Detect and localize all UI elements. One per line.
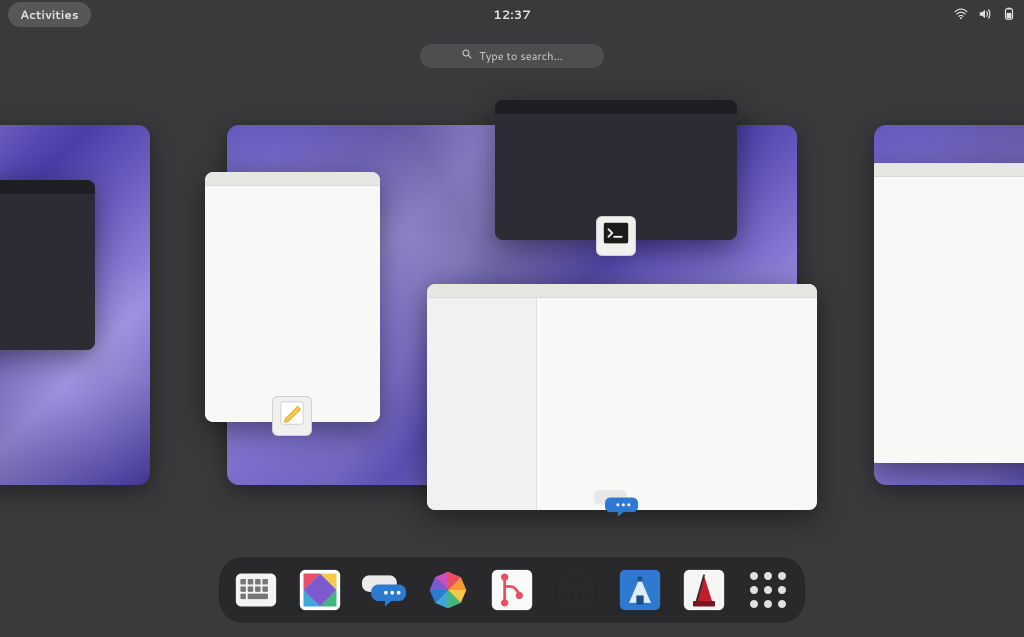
tangram-icon — [298, 568, 342, 612]
clock-menu[interactable]: 12:37 — [493, 6, 531, 23]
window-preview[interactable] — [874, 163, 1024, 463]
chat-icon — [594, 486, 638, 526]
dock-app-boxes[interactable] — [553, 567, 599, 613]
chat-icon — [362, 568, 406, 612]
top-bar: Activities 12:37 — [0, 0, 1024, 28]
terminal-icon — [601, 218, 631, 254]
speaker-icon — [978, 7, 992, 21]
dock-app-git-client[interactable] — [489, 567, 535, 613]
app-grid-icon — [750, 572, 786, 608]
git-branch-icon — [490, 568, 534, 612]
keyboard-grid-icon — [234, 568, 278, 612]
activities-button[interactable]: Activities — [8, 2, 91, 27]
dock-app-chat[interactable] — [361, 567, 407, 613]
dock — [219, 557, 805, 623]
search-placeholder: Type to search… — [479, 48, 563, 64]
window-sidebar — [427, 298, 537, 510]
window-preview[interactable] — [0, 180, 95, 350]
app-badge-text-editor — [272, 396, 312, 436]
wifi-icon — [954, 7, 968, 21]
window-titlebar — [495, 100, 737, 114]
system-menu[interactable] — [954, 7, 1016, 21]
window-titlebar — [874, 163, 1024, 177]
workspace-thumbnail[interactable] — [0, 125, 150, 485]
dock-app-keyboard-viewer[interactable] — [233, 567, 279, 613]
app-badge-terminal — [596, 216, 636, 256]
dock-app-metronome[interactable] — [681, 567, 727, 613]
text-editor-icon — [277, 398, 307, 434]
color-pinwheel-icon — [426, 568, 470, 612]
window-titlebar — [427, 284, 817, 298]
dock-app-icon-tool[interactable] — [617, 567, 663, 613]
search-icon — [461, 48, 473, 64]
drafting-icon — [618, 568, 662, 612]
battery-icon — [1002, 7, 1016, 21]
cube-icon — [554, 568, 598, 612]
window-titlebar — [205, 172, 380, 186]
metronome-icon — [682, 568, 726, 612]
overview-search[interactable]: Type to search… — [420, 44, 604, 68]
dock-app-color-picker[interactable] — [425, 567, 471, 613]
dock-show-apps[interactable] — [745, 567, 791, 613]
dock-app-tangram[interactable] — [297, 567, 343, 613]
app-badge-chat — [596, 486, 636, 526]
window-titlebar — [0, 180, 95, 194]
window-preview-text-editor[interactable] — [205, 172, 380, 422]
window-preview-chat[interactable] — [427, 284, 817, 510]
workspace-thumbnail[interactable] — [874, 125, 1024, 485]
